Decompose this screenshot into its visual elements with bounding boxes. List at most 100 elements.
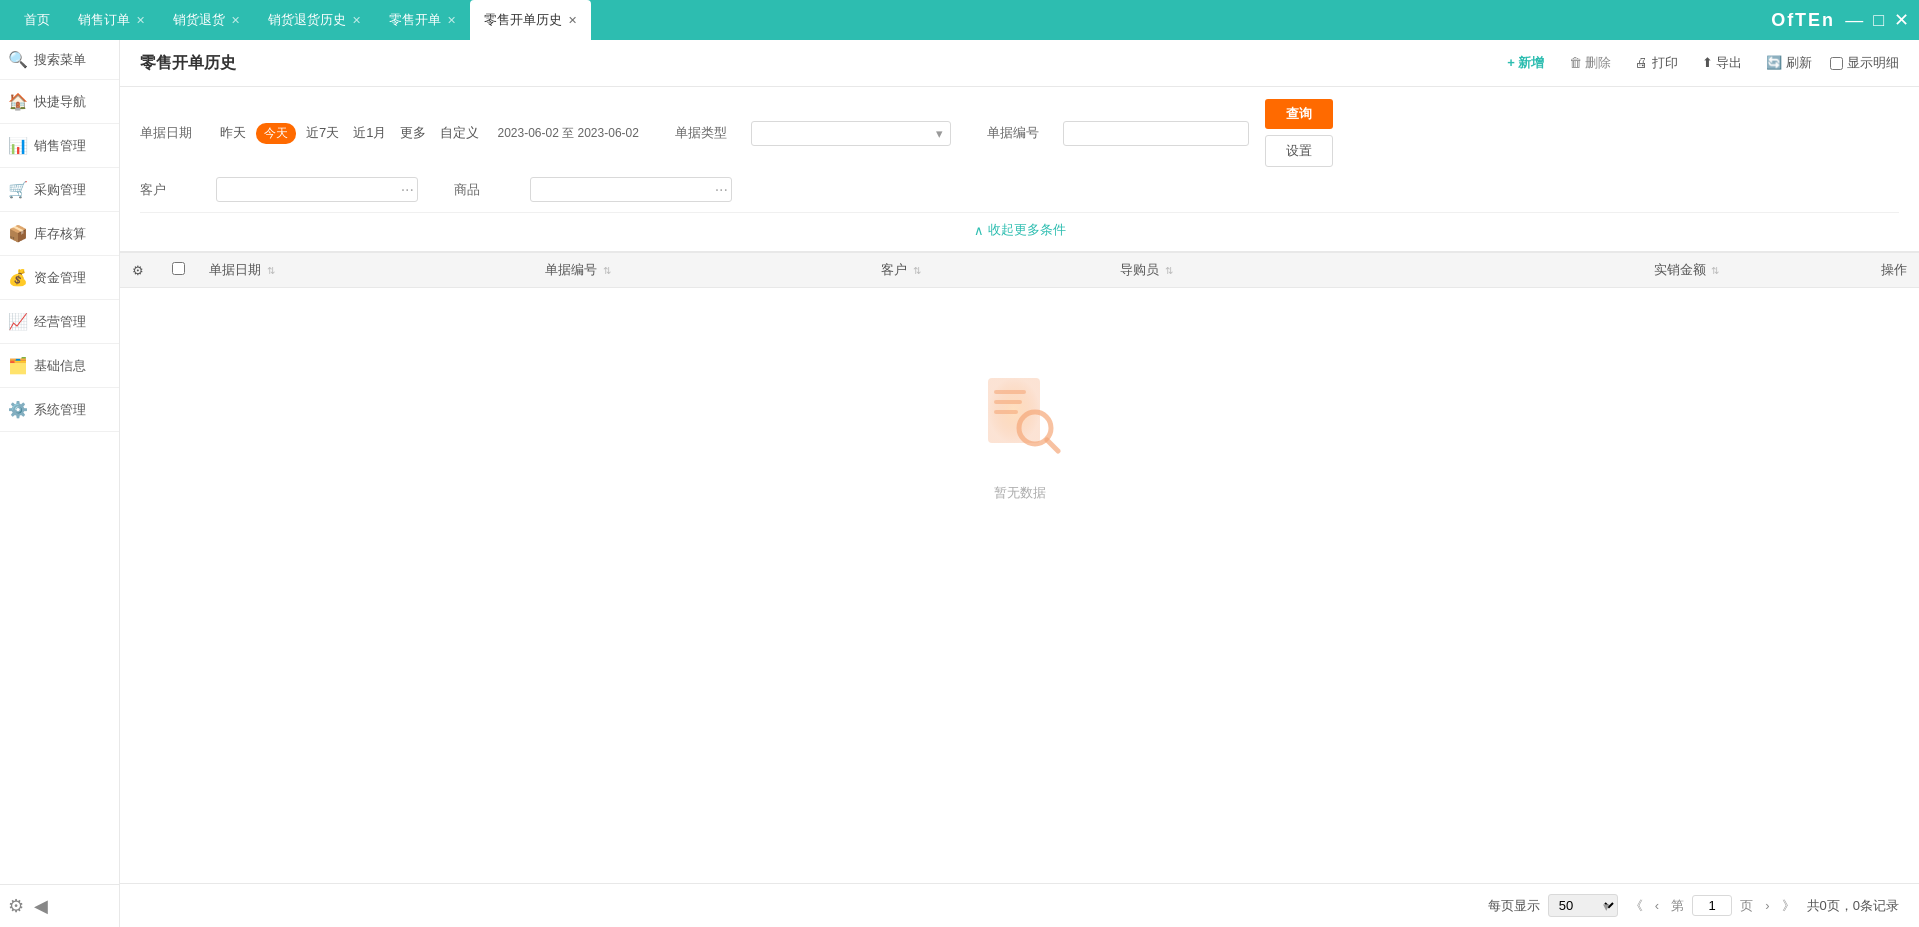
- page-title: 零售开单历史: [140, 53, 236, 74]
- svg-rect-1: [994, 390, 1026, 394]
- sidebar-bottom: ⚙ ◀: [0, 884, 119, 927]
- tab-return-label: 销货退货: [173, 11, 225, 29]
- goods-dots[interactable]: ···: [715, 181, 728, 199]
- collapse-button[interactable]: ∧ 收起更多条件: [140, 212, 1899, 239]
- sidebar-item-purchase[interactable]: 🛒 采购管理: [0, 168, 119, 212]
- sidebar-item-operations[interactable]: 📈 经营管理: [0, 300, 119, 344]
- search-icon: 🔍: [8, 50, 28, 69]
- order-no-label: 单据编号: [987, 124, 1047, 142]
- tab-retail-history-close[interactable]: ✕: [568, 14, 577, 27]
- filter-row-2: 客户 ··· 商品 ···: [140, 177, 1899, 202]
- brand-label: OfTEn: [1771, 10, 1835, 31]
- win-min-btn[interactable]: —: [1845, 10, 1863, 31]
- win-close-btn[interactable]: ✕: [1894, 9, 1909, 31]
- home-icon: 🏠: [8, 92, 28, 111]
- first-page-btn[interactable]: 《: [1626, 895, 1647, 917]
- th-customer[interactable]: 客户 ⇅: [869, 253, 1108, 288]
- svg-line-5: [1047, 440, 1058, 451]
- prev-page-btn[interactable]: ‹: [1651, 896, 1663, 915]
- delete-button[interactable]: 🗑 删除: [1563, 50, 1618, 76]
- tab-sales-order-label: 销售订单: [78, 11, 130, 29]
- tab-retail-open-close[interactable]: ✕: [447, 14, 456, 27]
- date-btn-custom[interactable]: 自定义: [436, 122, 483, 144]
- add-button[interactable]: + 新增: [1501, 50, 1550, 76]
- th-salesperson[interactable]: 导购员 ⇅: [1108, 253, 1395, 288]
- per-page-label: 每页显示: [1488, 897, 1540, 915]
- goods-input[interactable]: [530, 177, 732, 202]
- empty-text: 暂无数据: [994, 484, 1046, 502]
- sidebar-item-sales[interactable]: 📊 销售管理: [0, 124, 119, 168]
- select-all-checkbox[interactable]: [172, 262, 185, 275]
- data-table: ⚙ 单据日期 ⇅ 单据编号 ⇅ 客户: [120, 252, 1919, 288]
- page-label: 第: [1667, 895, 1688, 917]
- filter-row-1: 单据日期 昨天 今天 近7天 近1月 更多 自定义 2023-06-02 至 2…: [140, 99, 1899, 167]
- page-nav: 《 ‹ 第 页 › 》: [1626, 895, 1799, 917]
- empty-icon: [970, 368, 1070, 468]
- tab-retail-history-label: 零售开单历史: [484, 11, 562, 29]
- sidebar-item-sales-label: 销售管理: [34, 137, 86, 155]
- date-btn-today[interactable]: 今天: [256, 123, 296, 144]
- date-btn-1month[interactable]: 近1月: [349, 122, 390, 144]
- date-btn-yesterday[interactable]: 昨天: [216, 122, 250, 144]
- th-checkbox: [160, 253, 197, 288]
- sidebar-item-quick-nav[interactable]: 🏠 快捷导航: [0, 80, 119, 124]
- basic-info-icon: 🗂️: [8, 356, 28, 375]
- order-no-input[interactable]: [1063, 121, 1249, 146]
- export-button[interactable]: ⬆ 导出: [1696, 50, 1749, 76]
- last-page-btn[interactable]: 》: [1778, 895, 1799, 917]
- inventory-icon: 📦: [8, 224, 28, 243]
- th-date[interactable]: 单据日期 ⇅: [197, 253, 533, 288]
- show-detail-checkbox[interactable]: [1830, 57, 1843, 70]
- type-select[interactable]: [751, 121, 951, 146]
- per-page-select[interactable]: 10 20 50 100: [1548, 894, 1618, 917]
- sidebar-item-finance[interactable]: 💰 资金管理: [0, 256, 119, 300]
- date-btn-7days[interactable]: 近7天: [302, 122, 343, 144]
- sidebar-item-operations-label: 经营管理: [34, 313, 86, 331]
- sales-icon: 📊: [8, 136, 28, 155]
- tab-home[interactable]: 首页: [10, 0, 64, 40]
- sidebar-settings-btn[interactable]: ⚙: [8, 895, 24, 917]
- operations-icon: 📈: [8, 312, 28, 331]
- sidebar-item-system-label: 系统管理: [34, 401, 86, 419]
- show-detail-checkbox-wrap: 显示明细: [1830, 54, 1899, 72]
- th-operation: 操作: [1731, 253, 1919, 288]
- tab-return-history-close[interactable]: ✕: [352, 14, 361, 27]
- th-amount-label: 实销金额: [1654, 262, 1706, 277]
- top-bar: 首页 销售订单 ✕ 销货退货 ✕ 销货退货历史 ✕ 零售开单 ✕ 零售开单历史 …: [0, 0, 1919, 40]
- type-select-wrap: [751, 121, 951, 146]
- tab-retail-open[interactable]: 零售开单 ✕: [375, 0, 470, 40]
- page-input[interactable]: [1692, 895, 1732, 916]
- th-settings[interactable]: ⚙: [120, 253, 160, 288]
- customer-input[interactable]: [216, 177, 418, 202]
- th-order-no[interactable]: 单据编号 ⇅: [533, 253, 869, 288]
- sidebar-collapse-btn[interactable]: ◀: [34, 895, 48, 917]
- tab-return-close[interactable]: ✕: [231, 14, 240, 27]
- refresh-button[interactable]: 🔄 刷新: [1760, 50, 1818, 76]
- tab-return[interactable]: 销货退货 ✕: [159, 0, 254, 40]
- sidebar-item-basic-info[interactable]: 🗂️ 基础信息: [0, 344, 119, 388]
- tab-sales-order[interactable]: 销售订单 ✕: [64, 0, 159, 40]
- sidebar-search[interactable]: 🔍 搜索菜单: [0, 40, 119, 80]
- date-btn-more[interactable]: 更多: [396, 122, 430, 144]
- tab-sales-order-close[interactable]: ✕: [136, 14, 145, 27]
- next-page-btn[interactable]: ›: [1761, 896, 1773, 915]
- sidebar-item-inventory[interactable]: 📦 库存核算: [0, 212, 119, 256]
- set-button[interactable]: 设置: [1265, 135, 1333, 167]
- th-salesperson-label: 导购员: [1120, 262, 1159, 277]
- action-buttons: 查询 设置: [1265, 99, 1333, 167]
- tab-return-history[interactable]: 销货退货历史 ✕: [254, 0, 375, 40]
- tab-home-label: 首页: [24, 11, 50, 29]
- print-button[interactable]: 🖨 打印: [1629, 50, 1684, 76]
- type-label: 单据类型: [675, 124, 735, 142]
- tab-retail-history[interactable]: 零售开单历史 ✕: [470, 0, 591, 40]
- table-area: ⚙ 单据日期 ⇅ 单据编号 ⇅ 客户: [120, 252, 1919, 883]
- customer-dots[interactable]: ···: [401, 181, 414, 199]
- tab-retail-open-label: 零售开单: [389, 11, 441, 29]
- sidebar-item-system[interactable]: ⚙️ 系统管理: [0, 388, 119, 432]
- sidebar-item-purchase-label: 采购管理: [34, 181, 86, 199]
- win-max-btn[interactable]: □: [1873, 10, 1884, 31]
- system-icon: ⚙️: [8, 400, 28, 419]
- query-button[interactable]: 查询: [1265, 99, 1333, 129]
- sidebar-item-basic-info-label: 基础信息: [34, 357, 86, 375]
- th-amount[interactable]: 实销金额 ⇅: [1395, 253, 1731, 288]
